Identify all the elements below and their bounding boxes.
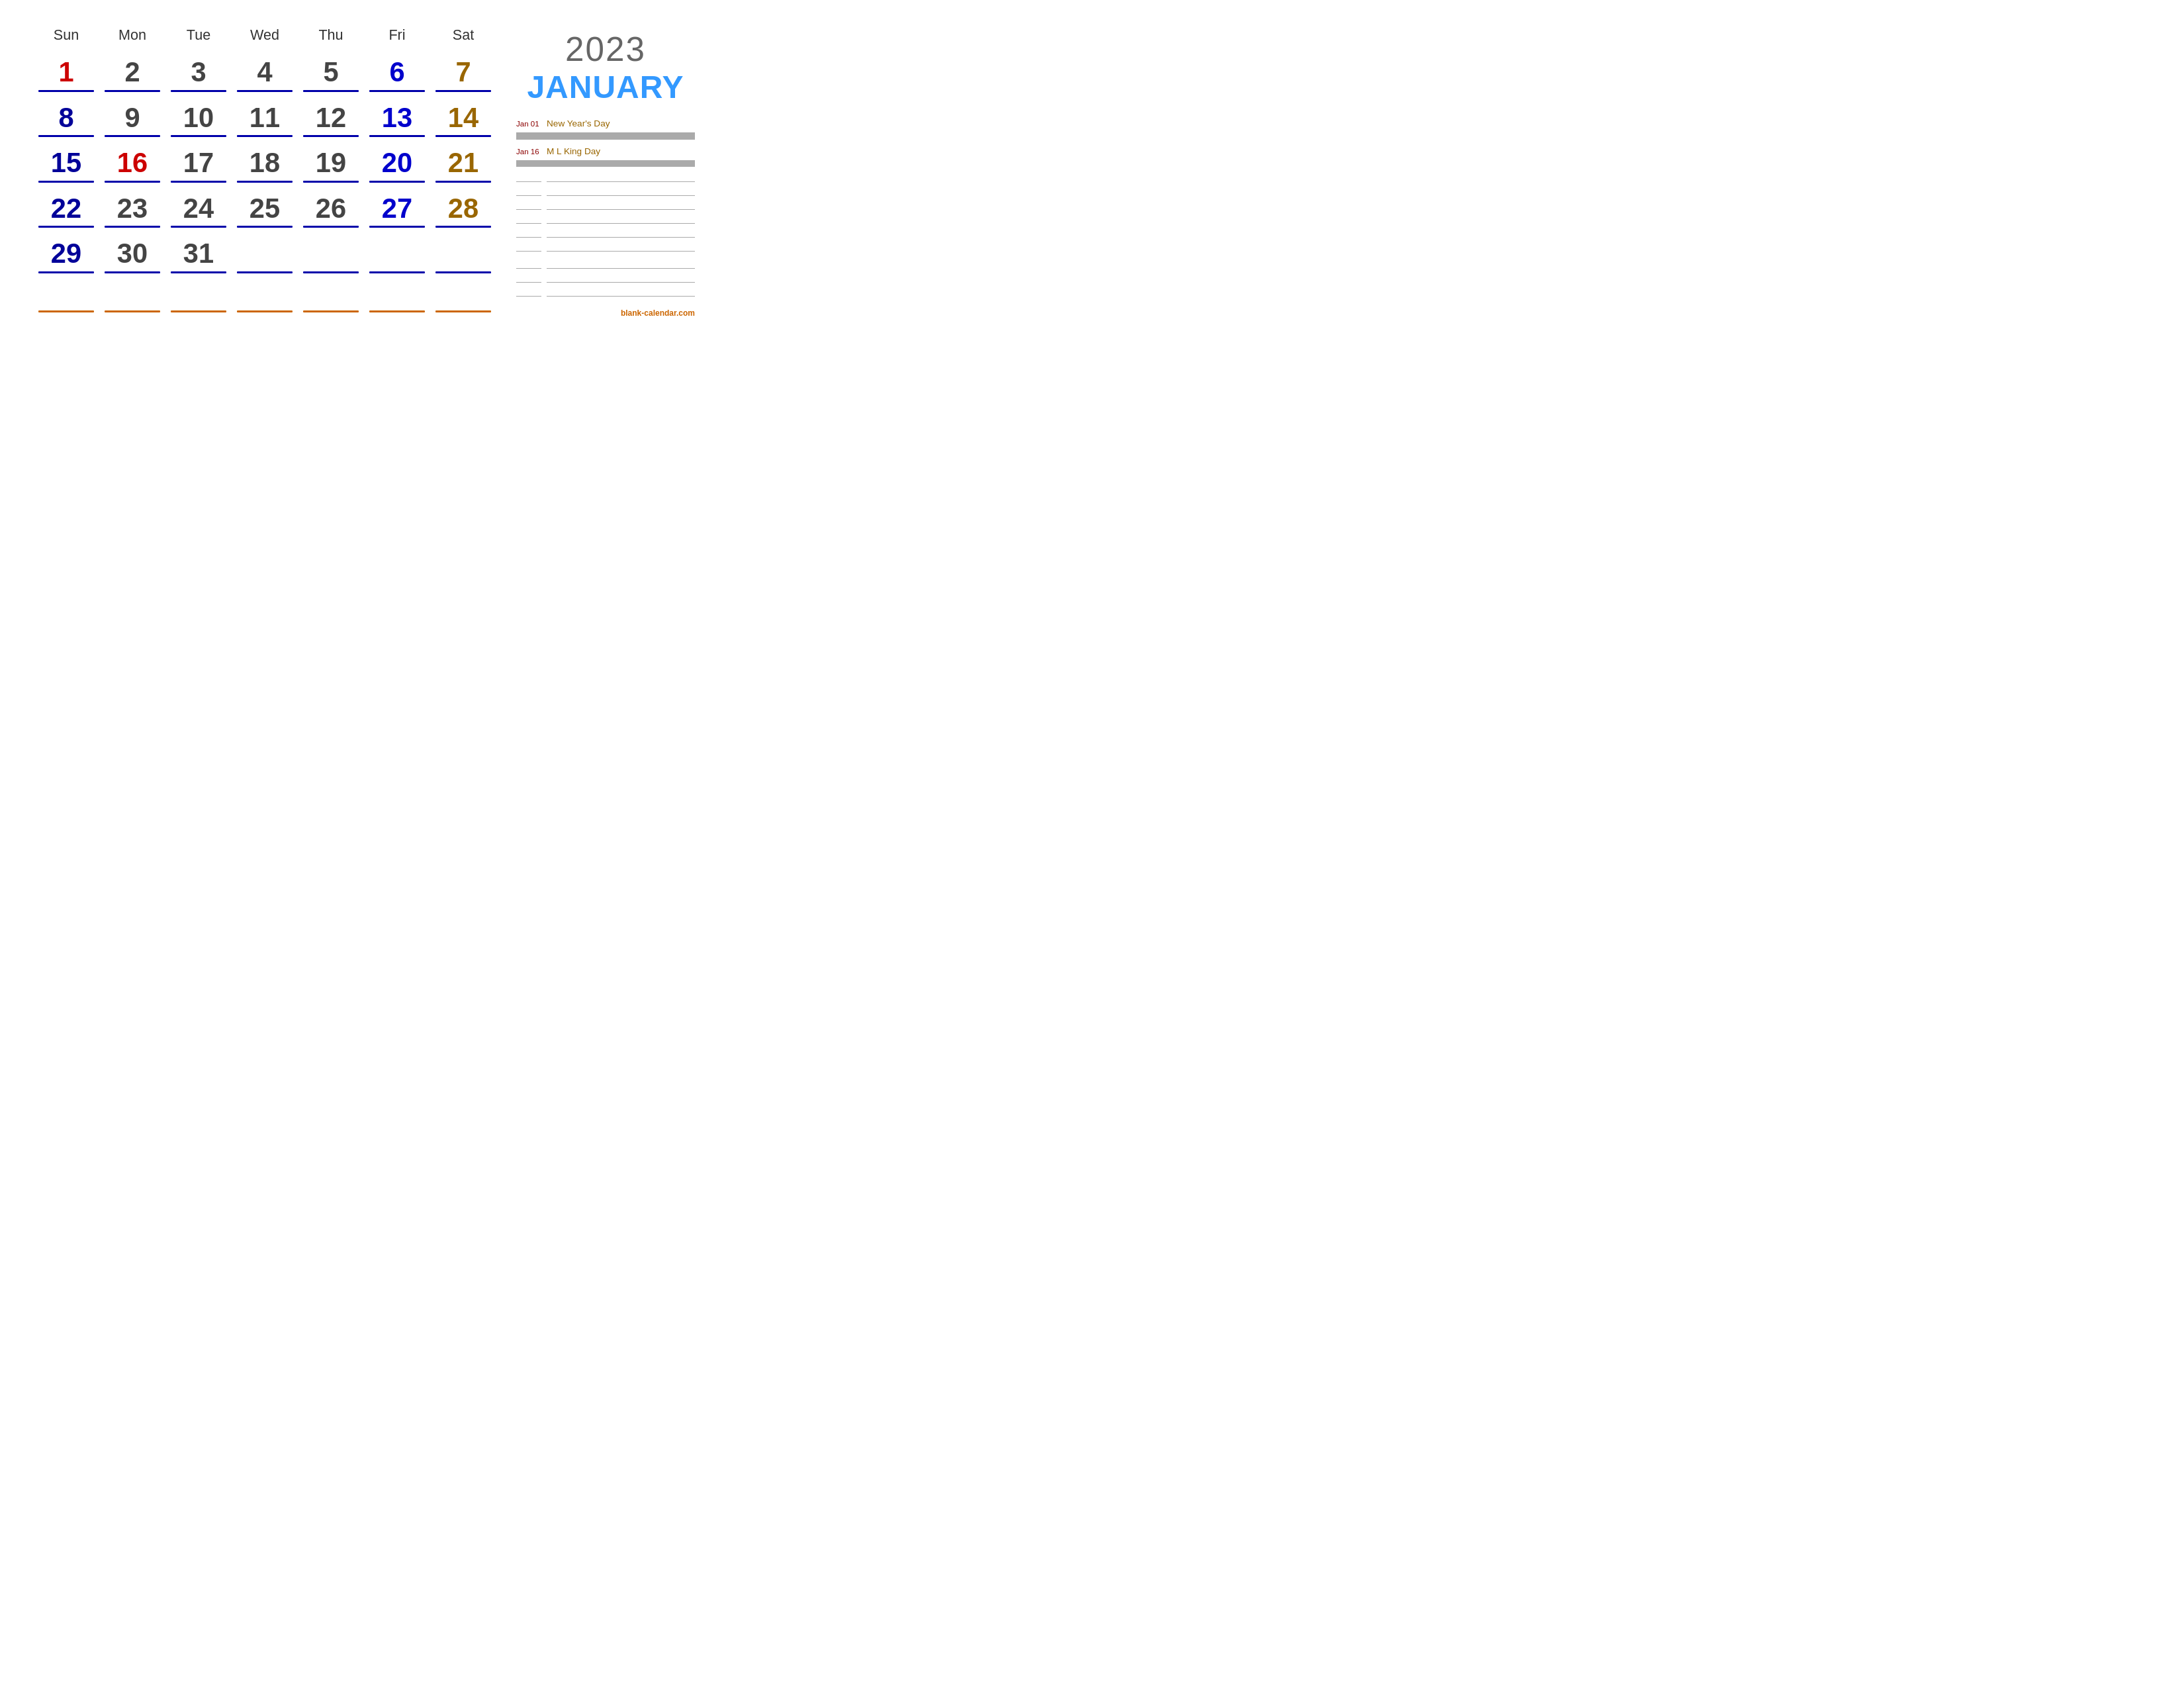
blank-note-7 — [516, 268, 695, 269]
month-display: JANUARY — [516, 69, 695, 105]
day-18: 18 — [232, 142, 298, 181]
blank-note-1 — [516, 181, 695, 182]
holiday-line-1 — [516, 132, 695, 140]
holiday-date-2: Jan 16 — [516, 148, 541, 156]
header-tue: Tue — [165, 26, 232, 46]
day-24: 24 — [165, 188, 232, 226]
day-11: 11 — [232, 97, 298, 136]
day-26: 26 — [298, 188, 364, 226]
day-2: 2 — [99, 52, 165, 90]
blank-note-2 — [516, 195, 695, 196]
week-underlines-extra — [33, 310, 496, 312]
day-23: 23 — [99, 188, 165, 226]
day-9: 9 — [99, 97, 165, 136]
header-fri: Fri — [364, 26, 430, 46]
calendar-grid-section: Sun Mon Tue Wed Thu Fri Sat 1 2 3 4 5 6 … — [33, 26, 510, 318]
holiday-name-2: M L King Day — [547, 146, 695, 156]
day-empty-2 — [298, 233, 364, 271]
week-underlines-1 — [33, 90, 496, 92]
holiday-line-2 — [516, 160, 695, 167]
day-10: 10 — [165, 97, 232, 136]
week-row-4: 22 23 24 25 26 27 28 — [33, 188, 496, 226]
holiday-name-1: New Year's Day — [547, 118, 695, 128]
holiday-row-2: Jan 16 M L King Day — [516, 146, 695, 156]
day-headers-row: Sun Mon Tue Wed Thu Fri Sat — [33, 26, 496, 46]
day-13: 13 — [364, 97, 430, 136]
day-19: 19 — [298, 142, 364, 181]
week-row-3: 15 16 17 18 19 20 21 — [33, 142, 496, 181]
blank-note-6 — [516, 251, 695, 252]
day-29: 29 — [33, 233, 99, 271]
day-5: 5 — [298, 52, 364, 90]
watermark: blank-calendar.com — [516, 308, 695, 318]
day-8: 8 — [33, 97, 99, 136]
day-14: 14 — [430, 97, 496, 136]
blank-note-8 — [516, 282, 695, 283]
week-underlines-5 — [33, 271, 496, 273]
day-20: 20 — [364, 142, 430, 181]
year-display: 2023 — [516, 30, 695, 69]
header-thu: Thu — [298, 26, 364, 46]
day-15: 15 — [33, 142, 99, 181]
week-row-1: 1 2 3 4 5 6 7 — [33, 52, 496, 90]
header-sat: Sat — [430, 26, 496, 46]
day-empty-4 — [430, 233, 496, 271]
day-1: 1 — [33, 52, 99, 90]
day-25: 25 — [232, 188, 298, 226]
week-underlines-3 — [33, 181, 496, 183]
blank-note-9 — [516, 296, 695, 297]
day-16: 16 — [99, 142, 165, 181]
blank-note-5 — [516, 237, 695, 238]
day-28: 28 — [430, 188, 496, 226]
header-mon: Mon — [99, 26, 165, 46]
day-27: 27 — [364, 188, 430, 226]
day-22: 22 — [33, 188, 99, 226]
day-21: 21 — [430, 142, 496, 181]
day-12: 12 — [298, 97, 364, 136]
holiday-row-1: Jan 01 New Year's Day — [516, 118, 695, 128]
day-3: 3 — [165, 52, 232, 90]
week-underlines-4 — [33, 226, 496, 228]
day-30: 30 — [99, 233, 165, 271]
day-empty-3 — [364, 233, 430, 271]
calendar-info-section: 2023 JANUARY Jan 01 New Year's Day Jan 1… — [510, 26, 695, 318]
day-17: 17 — [165, 142, 232, 181]
day-6: 6 — [364, 52, 430, 90]
week-row-2: 8 9 10 11 12 13 14 — [33, 97, 496, 136]
day-empty-1 — [232, 233, 298, 271]
day-7: 7 — [430, 52, 496, 90]
blank-note-3 — [516, 209, 695, 210]
blank-note-4 — [516, 223, 695, 224]
calendar-container: Sun Mon Tue Wed Thu Fri Sat 1 2 3 4 5 6 … — [33, 26, 695, 318]
day-31: 31 — [165, 233, 232, 271]
holiday-date-1: Jan 01 — [516, 120, 541, 128]
week-row-5: 29 30 31 — [33, 233, 496, 271]
holidays-section: Jan 01 New Year's Day Jan 16 M L King Da… — [516, 118, 695, 318]
day-4: 4 — [232, 52, 298, 90]
header-sun: Sun — [33, 26, 99, 46]
week-underlines-2 — [33, 135, 496, 137]
header-wed: Wed — [232, 26, 298, 46]
